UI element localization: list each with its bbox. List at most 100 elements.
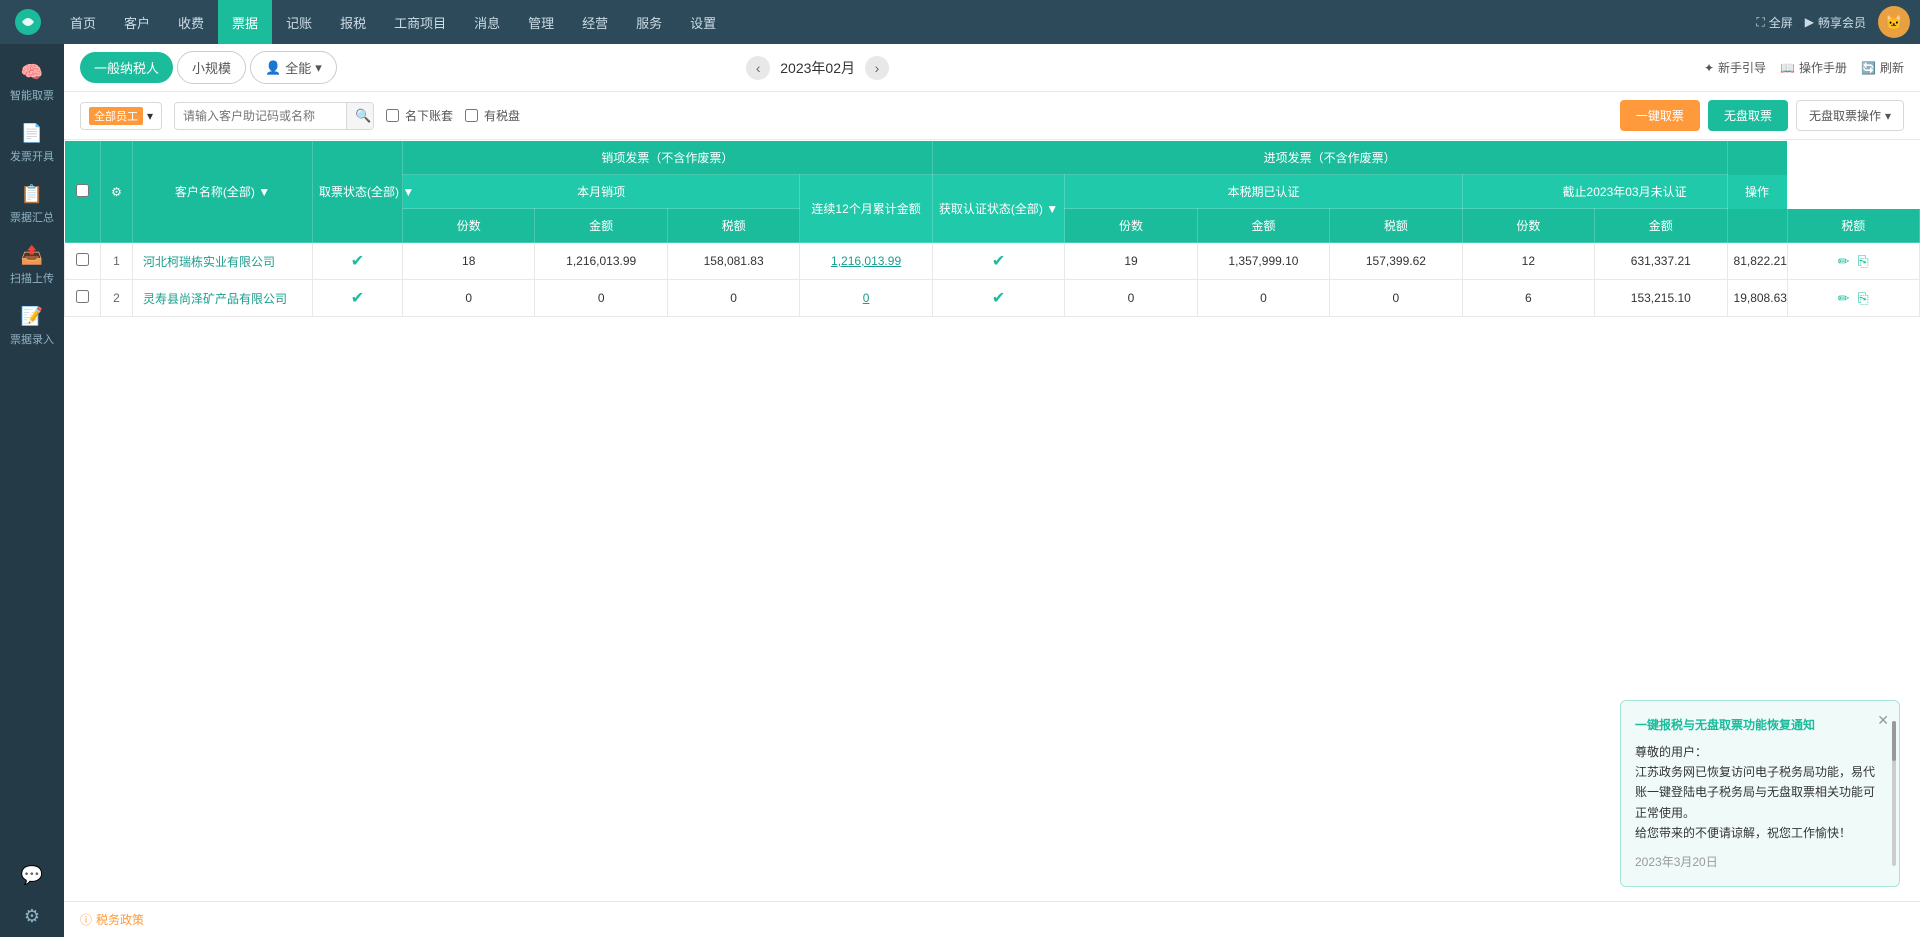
fullscreen-btn[interactable]: ⛶ 全屏 (1756, 14, 1792, 31)
nav-message[interactable]: 消息 (460, 0, 514, 44)
tab-all[interactable]: 👤 全能 ▾ (250, 51, 337, 84)
employee-tag: 全部员工 (89, 107, 143, 125)
chevron-down-icon: ▾ (315, 60, 322, 76)
manual-btn[interactable]: 📖 操作手册 (1780, 59, 1847, 76)
chevron-down-icon: ▾ (1885, 109, 1891, 123)
notification-close-btn[interactable]: ✕ (1877, 709, 1889, 733)
sidebar-item-smart-fetch[interactable]: 🧠 智能取票 (0, 52, 64, 113)
edit-icon[interactable]: ✏ (1838, 290, 1850, 307)
sidebar-item-settings[interactable]: ⚙ (0, 896, 64, 937)
employee-select[interactable]: 全部员工 ▾ (80, 102, 162, 130)
nav-business[interactable]: 工商项目 (380, 0, 460, 44)
th-purchase-se: 税额 (1330, 209, 1462, 243)
nav-operation[interactable]: 经营 (568, 0, 622, 44)
notification-title: 一键报税与无盘取票功能恢复通知 (1635, 715, 1885, 735)
row-actions: ✏ ⎘ (1787, 243, 1919, 280)
settings-icon: ⚙ (24, 906, 40, 927)
chat-icon: 💬 (21, 865, 43, 886)
search-input[interactable] (175, 104, 346, 128)
th-purchase-group: 进项发票（不含作废票） (932, 141, 1727, 175)
next-month-btn[interactable]: › (865, 56, 889, 80)
app-logo (10, 4, 46, 40)
scrollbar[interactable] (1892, 721, 1896, 866)
row-company[interactable]: 灵寿县尚泽矿产品有限公司 (133, 280, 313, 317)
sidebar-item-invoice-summary[interactable]: 📋 票据汇总 (0, 174, 64, 235)
select-all-checkbox[interactable] (76, 184, 89, 197)
refresh-btn[interactable]: 🔄 刷新 (1861, 59, 1904, 76)
notification-apology: 给您带来的不便请谅解，祝您工作愉快！ (1635, 823, 1885, 843)
th-fetch-status: 取票状态(全部) ▼ (313, 141, 403, 243)
manual-icon: 📖 (1780, 61, 1795, 75)
sidebar-bottom: 💬 ⚙ (0, 855, 64, 937)
copy-icon[interactable]: ⎘ (1858, 253, 1869, 270)
th-checkbox (65, 141, 101, 243)
nav-tax[interactable]: 报税 (326, 0, 380, 44)
nav-manage[interactable]: 管理 (514, 0, 568, 44)
guide-icon: ✦ (1704, 61, 1714, 75)
refresh-icon: 🔄 (1861, 61, 1876, 75)
prev-month-btn[interactable]: ‹ (746, 56, 770, 80)
notification-date: 2023年3月20日 (1635, 852, 1885, 872)
row-sales-lx[interactable]: 0 (800, 280, 932, 317)
smart-fetch-icon: 🧠 (21, 62, 43, 83)
guide-btn[interactable]: ✦ 新手引导 (1704, 59, 1766, 76)
th-sales-fen: 份数 (403, 209, 535, 243)
sidebar-item-invoice-open[interactable]: 📄 发票开具 (0, 113, 64, 174)
row-unconfirm-se: 19,808.63 (1727, 280, 1787, 317)
search-button[interactable]: 🔍 (346, 103, 374, 129)
yijian-qupiao-btn[interactable]: 一键取票 (1620, 100, 1700, 131)
row-sales-je: 1,216,013.99 (535, 243, 667, 280)
nav-bookkeeping[interactable]: 记账 (272, 0, 326, 44)
account-checkbox[interactable] (386, 109, 399, 122)
nav-service[interactable]: 服务 (622, 0, 676, 44)
row-get-status: ✔ (932, 280, 1064, 317)
tabs-bar: 一般纳税人 小规模 👤 全能 ▾ ‹ 2023年02月 › ✦ 新手引导 (64, 44, 1920, 92)
top-nav-right: ⛶ 全屏 ▶ 畅享会员 🐱 (1756, 6, 1910, 38)
th-purchase-je: 金额 (1197, 209, 1329, 243)
checkbox-account[interactable]: 名下账套 (386, 107, 453, 124)
row-unconfirm-fen: 6 (1462, 280, 1594, 317)
th-sales-group: 销项发票（不含作废票） (403, 141, 933, 175)
member-icon: ▶ (1805, 15, 1814, 29)
nav-settings[interactable]: 设置 (676, 0, 730, 44)
row-purchase-fen: 19 (1065, 243, 1197, 280)
bottom-bar: ⓘ 税务政策 (64, 901, 1920, 937)
avatar[interactable]: 🐱 (1878, 6, 1910, 38)
row-checkbox[interactable] (76, 253, 89, 266)
row-unconfirm-fen: 12 (1462, 243, 1594, 280)
row-purchase-je: 1,357,999.10 (1197, 243, 1329, 280)
sidebar-item-chat[interactable]: 💬 (0, 855, 64, 896)
member-btn[interactable]: ▶ 畅享会员 (1805, 14, 1866, 31)
fullscreen-icon: ⛶ (1756, 15, 1764, 30)
copy-icon[interactable]: ⎘ (1858, 290, 1869, 307)
tax-policy-link[interactable]: ⓘ 税务政策 (80, 911, 144, 928)
row-sales-se: 158,081.83 (667, 243, 799, 280)
row-sales-je: 0 (535, 280, 667, 317)
nav-customer[interactable]: 客户 (110, 0, 164, 44)
th-purchase-period: 本税期已认证 (1065, 175, 1462, 209)
taxdisk-checkbox[interactable] (465, 109, 478, 122)
row-purchase-se: 157,399.62 (1330, 243, 1462, 280)
edit-icon[interactable]: ✏ (1838, 253, 1850, 270)
tab-small-scale[interactable]: 小规模 (177, 51, 246, 84)
nav-fee[interactable]: 收费 (164, 0, 218, 44)
row-num: 1 (101, 243, 133, 280)
row-company[interactable]: 河北柯瑞栋实业有限公司 (133, 243, 313, 280)
row-sales-lx[interactable]: 1,216,013.99 (800, 243, 932, 280)
filter-icon: ▼ (1046, 202, 1058, 216)
nav-home[interactable]: 首页 (56, 0, 110, 44)
nav-invoice[interactable]: 票据 (218, 0, 272, 44)
wupan-qupiao-btn[interactable]: 无盘取票 (1708, 100, 1788, 131)
row-checkbox[interactable] (76, 290, 89, 303)
th-get-status: 获取认证状态(全部) ▼ (932, 175, 1064, 243)
tab-general-taxpayer[interactable]: 一般纳税人 (80, 52, 173, 83)
invoice-summary-icon: 📋 (21, 184, 43, 205)
sidebar-item-scan-upload[interactable]: 📤 扫描上传 (0, 235, 64, 296)
row-sales-se: 0 (667, 280, 799, 317)
person-icon: 👤 (265, 60, 281, 76)
row-num: 2 (101, 280, 133, 317)
th-unconfirm-je: 金额 (1595, 209, 1727, 243)
sidebar-item-invoice-entry[interactable]: 📝 票据录入 (0, 296, 64, 357)
checkbox-taxdisk[interactable]: 有税盘 (465, 107, 520, 124)
wupan-ops-btn[interactable]: 无盘取票操作 ▾ (1796, 100, 1904, 131)
